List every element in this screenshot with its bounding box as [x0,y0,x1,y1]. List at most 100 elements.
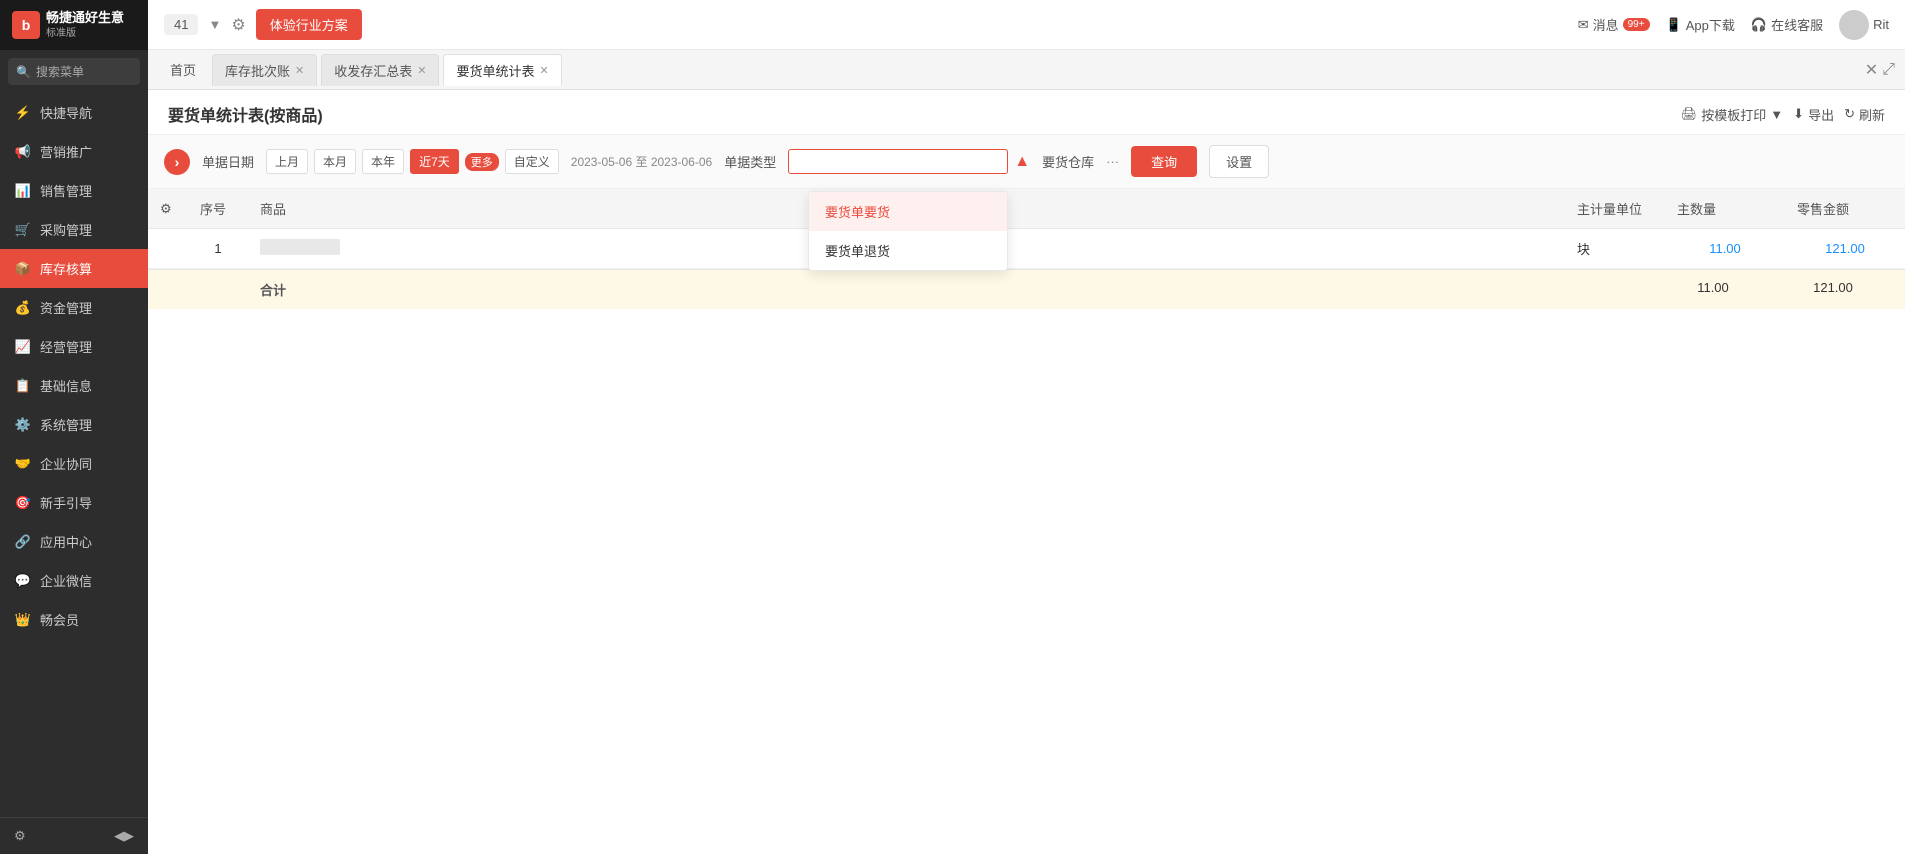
search-icon: 🔍 [16,65,31,79]
footer-total-label: 合计 [260,280,286,299]
type-filter-chevron-up-icon[interactable]: ▲ [1014,153,1030,171]
gear-icon[interactable]: ⚙ [231,15,245,35]
topbar-left: 41 ▼ ⚙ 体验行业方案 [164,9,362,40]
sidebar-search[interactable]: 🔍 搜索菜单 [8,58,140,85]
app-download-item[interactable]: 📱 App下载 [1666,15,1735,34]
tab-receivable-summary[interactable]: 收发存汇总表 ✕ [321,54,439,86]
page-header-actions: 🖨 按模板打印 ▼ ⬇ 导出 ↻ 刷新 [1681,105,1885,124]
col-header-qty: 主数量 [1665,189,1785,229]
page-content: 要货单统计表(按商品) 🖨 按模板打印 ▼ ⬇ 导出 ↻ 刷新 › [148,90,1905,854]
date-filter-group: 上月 本月 本年 近7天 更多 自定义 [266,149,559,174]
sidebar-item-label: 新手引导 [40,493,92,512]
date-range-display: 2023-05-06 至 2023-06-06 [571,153,712,170]
user-avatar-item[interactable]: Rit [1839,10,1889,40]
chevron-down-icon[interactable]: ▼ [208,17,221,32]
row-qty: 11.00 [1665,229,1785,269]
sidebar-item-operations[interactable]: 📈 经营管理 [0,327,148,366]
more-badge[interactable]: 更多 [465,153,499,171]
tab-receivable-label: 收发存汇总表 [334,61,412,80]
print-template-button[interactable]: 🖨 按模板打印 ▼ [1681,105,1783,124]
date-this-month-btn[interactable]: 本月 [314,149,356,174]
table-footer: 合计 11.00 121.00 [148,269,1905,309]
type-dropdown: 要货单要货 要货单退货 [808,191,1008,271]
search-label: 搜索菜单 [36,63,84,80]
sidebar-item-basic-info[interactable]: 📋 基础信息 [0,366,148,405]
sidebar-item-guide[interactable]: 🎯 新手引导 [0,483,148,522]
export-button[interactable]: ⬇ 导出 [1793,105,1834,124]
sidebar-item-wechat[interactable]: 💬 企业微信 [0,561,148,600]
message-icon: ✉ [1578,17,1589,33]
tab-close-all-button[interactable]: ✕ [1865,60,1878,80]
trial-button[interactable]: 体验行业方案 [256,9,362,40]
tab-close-icon[interactable]: ✕ [540,64,549,77]
date-filter-label: 单据日期 [202,152,254,171]
sidebar-item-label: 应用中心 [40,532,92,551]
online-service-item[interactable]: 🎧 在线客服 [1751,15,1823,34]
sidebar-item-members[interactable]: 👑 畅会员 [0,600,148,639]
sidebar-item-label: 企业协同 [40,454,92,473]
sidebar-item-system[interactable]: ⚙️ 系统管理 [0,405,148,444]
collapse-icon[interactable]: ◀▶ [114,828,134,844]
chevron-down-icon: ▼ [1770,107,1783,122]
dropdown-item-order-return[interactable]: 要货单退货 [809,231,1007,270]
type-filter-label: 单据类型 [724,152,776,171]
sidebar-item-label: 销售管理 [40,181,92,200]
topbar-right: ✉ 消息 99+ 📱 App下载 🎧 在线客服 Rit [1578,10,1889,40]
date-custom-btn[interactable]: 自定义 [505,149,559,174]
sidebar-nav: ⚡ 快捷导航 📢 营销推广 📊 销售管理 🛒 采购管理 📦 库存核算 💰 资金管… [0,93,148,817]
operations-icon: 📈 [14,339,32,355]
tab-order-stats-label: 要货单统计表 [456,61,534,80]
headset-icon: 🎧 [1751,17,1767,33]
filter-expand-button[interactable]: › [164,149,190,175]
marketing-icon: 📢 [14,144,32,160]
messages-label: 消息 [1593,15,1619,34]
tab-close-icon[interactable]: ✕ [295,64,304,77]
tab-maximize-button[interactable]: ⤢ [1882,60,1895,80]
sidebar-item-label: 采购管理 [40,220,92,239]
col-header-unit: 主计量单位 [1565,189,1665,229]
app-name: 畅捷通好生意 [46,10,124,27]
page-title: 要货单统计表(按商品) [168,102,323,126]
tab-home-label: 首页 [170,60,196,79]
main-area: 41 ▼ ⚙ 体验行业方案 ✉ 消息 99+ 📱 App下载 🎧 在线客服 Ri… [148,0,1905,854]
app-logo: b 畅捷通好生意 标准版 [0,0,148,50]
type-filter-input[interactable] [788,149,1008,174]
sidebar-item-sales[interactable]: 📊 销售管理 [0,171,148,210]
sidebar-item-label: 经营管理 [40,337,92,356]
sidebar: b 畅捷通好生意 标准版 🔍 搜索菜单 ⚡ 快捷导航 📢 营销推广 📊 销售管理… [0,0,148,854]
warehouse-more-icon[interactable]: ··· [1106,154,1119,169]
col-header-num: 序号 [188,189,248,229]
tab-inventory-batch[interactable]: 库存批次账 ✕ [212,54,317,86]
sidebar-item-inventory[interactable]: 📦 库存核算 [0,249,148,288]
settings-icon[interactable]: ⚙ [14,828,26,844]
date-last-7-days-btn[interactable]: 近7天 [410,149,459,174]
doc-number: 41 [164,14,198,35]
sidebar-item-label: 库存核算 [40,259,92,278]
query-button[interactable]: 查询 [1131,146,1197,177]
tab-order-stats[interactable]: 要货单统计表 ✕ [443,54,561,86]
sidebar-item-finance[interactable]: 💰 资金管理 [0,288,148,327]
tab-home[interactable]: 首页 [158,54,208,85]
table-header-row: ⚙ 序号 商品 主计量单位 主数量 零售金额 [148,189,1905,229]
row-unit: 块 [1565,229,1665,269]
refresh-button[interactable]: ↻ 刷新 [1844,105,1885,124]
tab-close-icon[interactable]: ✕ [417,64,426,77]
inventory-icon: 📦 [14,261,32,277]
sidebar-item-label: 资金管理 [40,298,92,317]
date-this-year-btn[interactable]: 本年 [362,149,404,174]
sidebar-item-enterprise[interactable]: 🤝 企业协同 [0,444,148,483]
messages-item[interactable]: ✉ 消息 99+ [1578,15,1650,34]
sidebar-item-quick-nav[interactable]: ⚡ 快捷导航 [0,93,148,132]
date-prev-month-btn[interactable]: 上月 [266,149,308,174]
dropdown-item-order-goods[interactable]: 要货单要货 [809,192,1007,231]
tabbar-actions: ✕ ⤢ [1865,60,1895,80]
sidebar-item-marketing[interactable]: 📢 营销推广 [0,132,148,171]
data-table: ⚙ 序号 商品 主计量单位 主数量 零售金额 1 [148,189,1905,269]
filter-setting-button[interactable]: 设置 [1209,145,1269,178]
sidebar-item-purchase[interactable]: 🛒 采购管理 [0,210,148,249]
sidebar-bottom: ⚙ ◀▶ [0,817,148,854]
sidebar-item-app-center[interactable]: 🔗 应用中心 [0,522,148,561]
wechat-icon: 💬 [14,573,32,589]
printer-icon: 🖨 [1681,106,1698,122]
col-header-settings[interactable]: ⚙ [148,189,188,229]
